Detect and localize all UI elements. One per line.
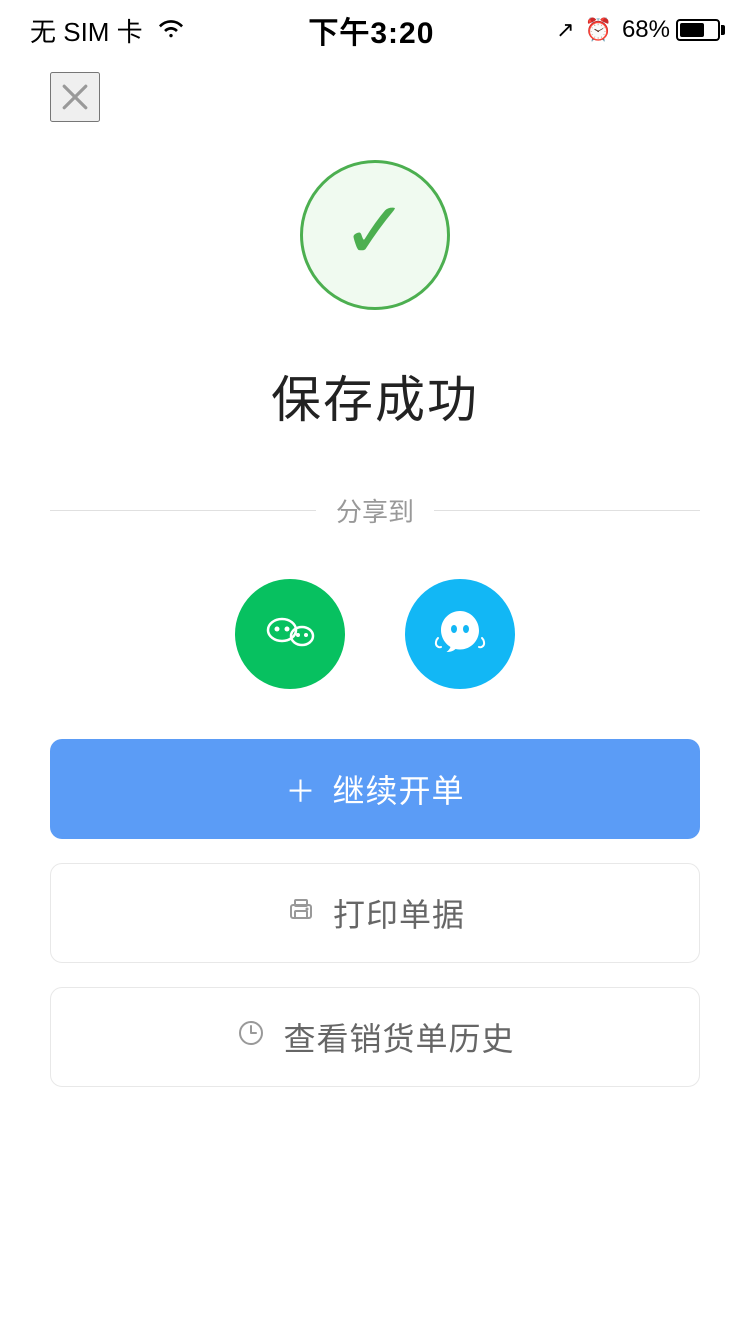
share-icons	[50, 579, 700, 689]
carrier-text: 无 SIM 卡	[30, 12, 143, 49]
close-button[interactable]	[50, 72, 100, 122]
continue-label: 继续开单	[332, 766, 464, 812]
plus-icon: ＋	[285, 767, 316, 811]
share-divider: 分享到	[50, 492, 700, 529]
wechat-share-button[interactable]	[235, 579, 345, 689]
action-buttons: ＋ 继续开单 打印单据 查看销货单历史	[0, 739, 750, 1087]
qq-icon	[430, 603, 490, 665]
alarm-icon: ⏰	[585, 17, 612, 43]
wechat-icon	[260, 604, 320, 664]
status-bar: 无 SIM 卡 下午3:20 ↗ ⏰ 68%	[0, 0, 750, 60]
share-section: 分享到	[0, 492, 750, 689]
history-label: 查看销货单历史	[283, 1014, 514, 1060]
status-left: 无 SIM 卡	[30, 12, 187, 49]
share-label: 分享到	[336, 492, 414, 529]
status-right: ↗ ⏰ 68%	[556, 16, 720, 44]
history-icon	[235, 1017, 267, 1057]
printer-icon	[285, 893, 317, 933]
battery-icon	[676, 19, 720, 41]
location-icon: ↗	[556, 17, 574, 43]
time-display: 下午3:20	[308, 8, 434, 52]
main-content: ✓ 保存成功 分享到	[0, 60, 750, 1087]
print-label: 打印单据	[333, 890, 465, 936]
continue-button[interactable]: ＋ 继续开单	[50, 739, 700, 839]
battery-text: 68%	[622, 16, 670, 44]
checkmark-icon: ✓	[341, 191, 408, 271]
qq-share-button[interactable]	[405, 579, 515, 689]
success-circle: ✓	[300, 160, 450, 310]
history-button[interactable]: 查看销货单历史	[50, 987, 700, 1087]
wifi-icon	[155, 15, 187, 46]
print-button[interactable]: 打印单据	[50, 863, 700, 963]
success-title: 保存成功	[271, 360, 479, 432]
battery-fill	[680, 23, 704, 37]
battery: 68%	[622, 16, 720, 44]
